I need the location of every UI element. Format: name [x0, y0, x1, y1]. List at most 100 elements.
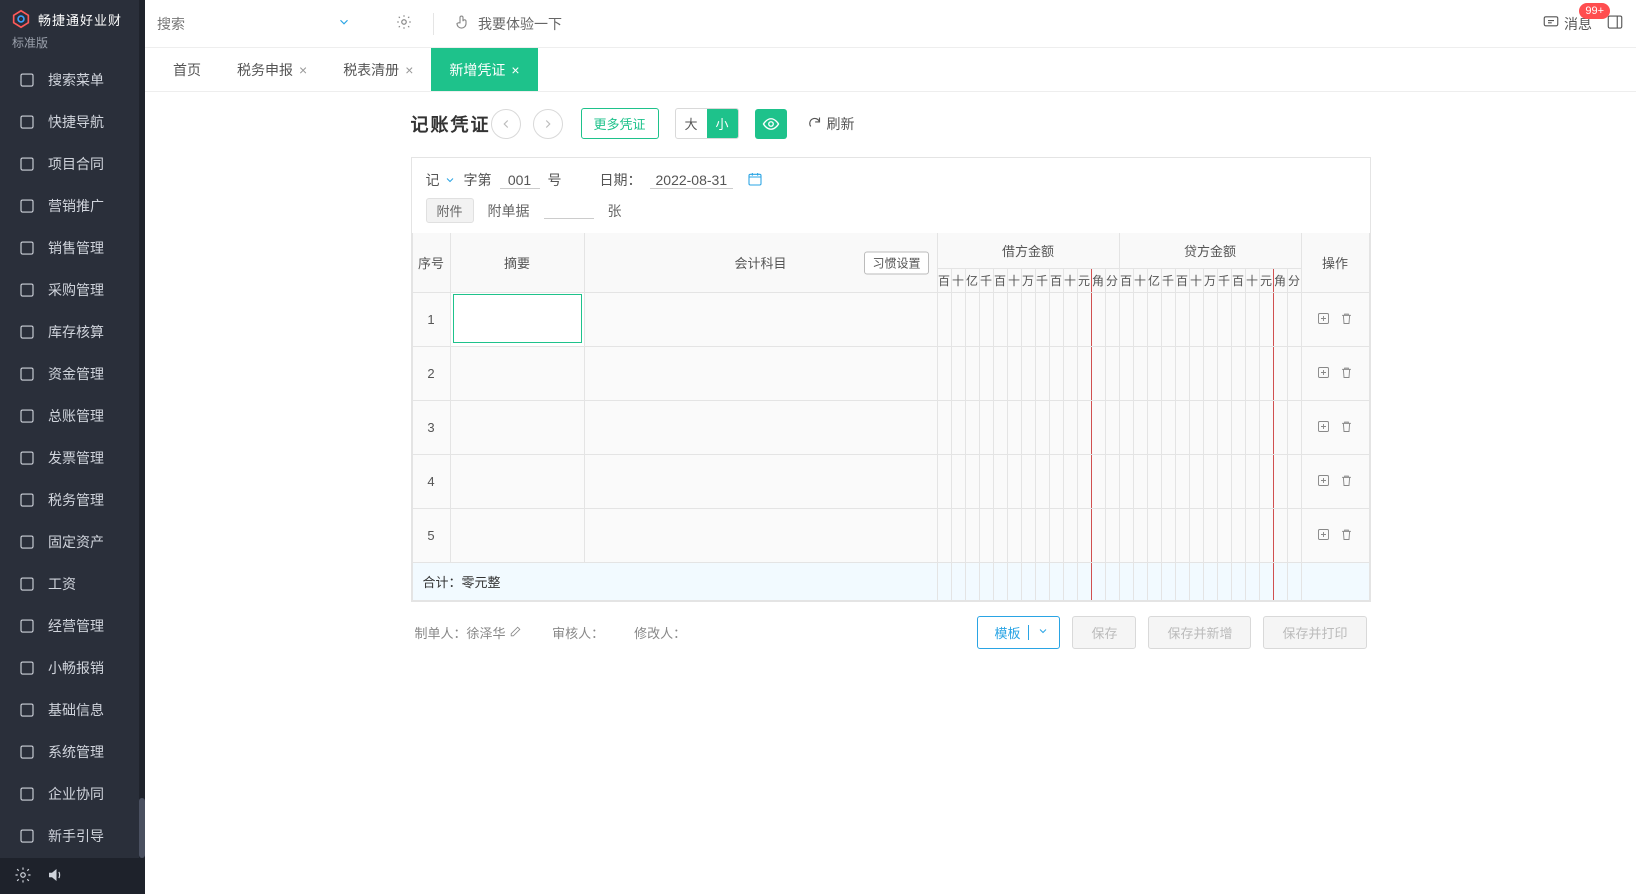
amount-digit-cell[interactable] — [1049, 509, 1063, 563]
amount-digit-cell[interactable] — [1175, 347, 1189, 401]
amount-digit-cell[interactable] — [1217, 347, 1231, 401]
amount-digit-cell[interactable] — [1049, 293, 1063, 347]
amount-digit-cell[interactable] — [1035, 293, 1049, 347]
amount-digit-cell[interactable] — [1217, 293, 1231, 347]
amount-digit-cell[interactable] — [1063, 509, 1077, 563]
amount-digit-cell[interactable] — [965, 347, 979, 401]
amount-digit-cell[interactable] — [979, 347, 993, 401]
delete-row-icon[interactable] — [1339, 419, 1354, 437]
amount-digit-cell[interactable] — [1021, 293, 1035, 347]
amount-digit-cell[interactable] — [1245, 401, 1259, 455]
sidebar-item-1[interactable]: 快捷导航 — [0, 101, 145, 143]
tab-1[interactable]: 税务申报× — [219, 48, 325, 91]
delete-row-icon[interactable] — [1339, 473, 1354, 491]
amount-digit-cell[interactable] — [1105, 455, 1119, 509]
amount-digit-cell[interactable] — [1049, 563, 1063, 601]
amount-digit-cell[interactable] — [1007, 293, 1021, 347]
amount-digit-cell[interactable] — [1133, 563, 1147, 601]
amount-digit-cell[interactable] — [1035, 509, 1049, 563]
amount-digit-cell[interactable] — [1119, 347, 1133, 401]
amount-digit-cell[interactable] — [1161, 401, 1175, 455]
amount-digit-cell[interactable] — [993, 293, 1007, 347]
amount-digit-cell[interactable] — [1217, 401, 1231, 455]
amount-digit-cell[interactable] — [1077, 563, 1091, 601]
amount-digit-cell[interactable] — [937, 347, 951, 401]
summary-cell[interactable] — [450, 401, 584, 455]
sidebar-item-4[interactable]: 销售管理 — [0, 227, 145, 269]
search-dropdown-icon[interactable] — [337, 15, 351, 32]
amount-digit-cell[interactable] — [979, 293, 993, 347]
amount-digit-cell[interactable] — [1021, 401, 1035, 455]
account-cell[interactable] — [584, 455, 937, 509]
sidebar-item-6[interactable]: 库存核算 — [0, 311, 145, 353]
delete-row-icon[interactable] — [1339, 365, 1354, 383]
amount-digit-cell[interactable] — [1091, 563, 1105, 601]
amount-digit-cell[interactable] — [951, 509, 965, 563]
amount-digit-cell[interactable] — [1147, 401, 1161, 455]
sidebar-item-2[interactable]: 项目合同 — [0, 143, 145, 185]
sidebar-item-11[interactable]: 固定资产 — [0, 521, 145, 563]
amount-digit-cell[interactable] — [1203, 509, 1217, 563]
amount-digit-cell[interactable] — [965, 293, 979, 347]
attachment-button[interactable]: 附件 — [426, 198, 474, 223]
amount-digit-cell[interactable] — [1133, 293, 1147, 347]
amount-digit-cell[interactable] — [993, 347, 1007, 401]
edit-preparer-icon[interactable] — [509, 626, 522, 641]
amount-digit-cell[interactable] — [979, 509, 993, 563]
amount-digit-cell[interactable] — [1147, 563, 1161, 601]
amount-digit-cell[interactable] — [1119, 401, 1133, 455]
attachment-count-input[interactable] — [544, 203, 594, 219]
amount-digit-cell[interactable] — [1175, 563, 1189, 601]
amount-digit-cell[interactable] — [1007, 455, 1021, 509]
amount-digit-cell[interactable] — [937, 563, 951, 601]
amount-digit-cell[interactable] — [1049, 347, 1063, 401]
amount-digit-cell[interactable] — [1161, 563, 1175, 601]
refresh-button[interactable]: 刷新 — [807, 114, 855, 134]
amount-digit-cell[interactable] — [979, 401, 993, 455]
amount-digit-cell[interactable] — [1021, 455, 1035, 509]
amount-digit-cell[interactable] — [1287, 509, 1301, 563]
tab-3[interactable]: 新增凭证× — [431, 48, 537, 91]
close-icon[interactable]: × — [299, 62, 307, 78]
amount-digit-cell[interactable] — [1189, 293, 1203, 347]
amount-digit-cell[interactable] — [1035, 401, 1049, 455]
save-and-new-button[interactable]: 保存并新增 — [1148, 616, 1251, 649]
amount-digit-cell[interactable] — [1203, 347, 1217, 401]
amount-digit-cell[interactable] — [1189, 563, 1203, 601]
amount-digit-cell[interactable] — [1217, 563, 1231, 601]
add-row-icon[interactable] — [1316, 527, 1331, 545]
sidebar-item-7[interactable]: 资金管理 — [0, 353, 145, 395]
amount-digit-cell[interactable] — [1035, 563, 1049, 601]
summary-cell[interactable] — [450, 347, 584, 401]
amount-digit-cell[interactable] — [1091, 509, 1105, 563]
sidebar-item-16[interactable]: 系统管理 — [0, 731, 145, 773]
amount-digit-cell[interactable] — [1077, 293, 1091, 347]
amount-digit-cell[interactable] — [1203, 401, 1217, 455]
amount-digit-cell[interactable] — [1119, 293, 1133, 347]
amount-digit-cell[interactable] — [1161, 347, 1175, 401]
sidebar-item-13[interactable]: 经营管理 — [0, 605, 145, 647]
amount-digit-cell[interactable] — [1273, 401, 1287, 455]
amount-digit-cell[interactable] — [1105, 347, 1119, 401]
amount-digit-cell[interactable] — [1105, 563, 1119, 601]
amount-digit-cell[interactable] — [1231, 293, 1245, 347]
amount-digit-cell[interactable] — [1161, 509, 1175, 563]
amount-digit-cell[interactable] — [1259, 347, 1273, 401]
amount-digit-cell[interactable] — [965, 509, 979, 563]
sound-icon[interactable] — [46, 866, 64, 887]
amount-digit-cell[interactable] — [1049, 401, 1063, 455]
amount-digit-cell[interactable] — [937, 293, 951, 347]
next-voucher-button[interactable] — [533, 109, 563, 139]
amount-digit-cell[interactable] — [1063, 401, 1077, 455]
amount-digit-cell[interactable] — [1007, 401, 1021, 455]
amount-digit-cell[interactable] — [1259, 509, 1273, 563]
sidebar-item-0[interactable]: 搜索菜单 — [0, 59, 145, 101]
habit-settings-button[interactable]: 习惯设置 — [864, 251, 928, 274]
amount-digit-cell[interactable] — [1007, 563, 1021, 601]
amount-digit-cell[interactable] — [1287, 293, 1301, 347]
amount-digit-cell[interactable] — [1259, 455, 1273, 509]
amount-digit-cell[interactable] — [1245, 347, 1259, 401]
size-large-button[interactable]: 大 — [676, 109, 707, 138]
amount-digit-cell[interactable] — [1007, 509, 1021, 563]
amount-digit-cell[interactable] — [1063, 455, 1077, 509]
